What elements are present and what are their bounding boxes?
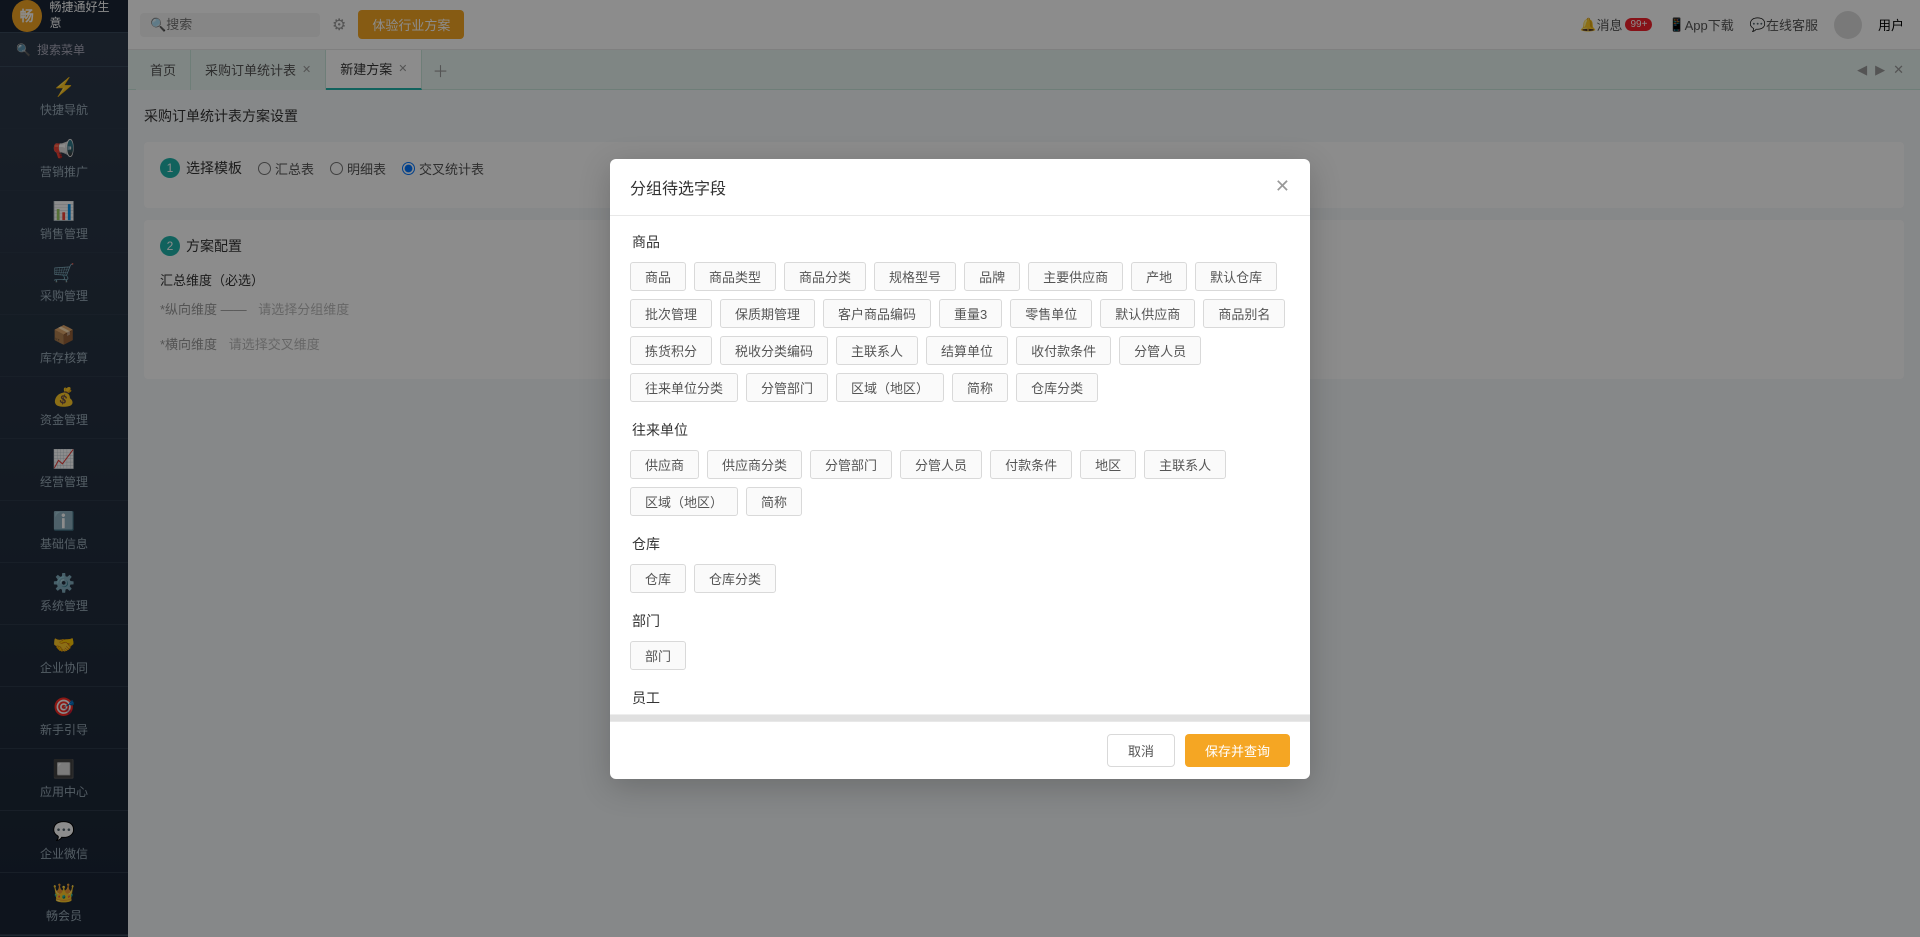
cancel-button[interactable]: 取消 bbox=[1107, 734, 1175, 767]
field-tag-partner-8[interactable]: 简称 bbox=[746, 487, 802, 516]
section-title-staff: 员工 bbox=[630, 688, 1290, 708]
field-tag-warehouse-0[interactable]: 仓库 bbox=[630, 564, 686, 593]
field-tag-goods-5[interactable]: 主要供应商 bbox=[1028, 262, 1123, 291]
field-grid-dept: 部门 bbox=[630, 641, 1290, 670]
field-tag-goods-13[interactable]: 默认供应商 bbox=[1100, 299, 1195, 328]
field-tag-goods-19[interactable]: 收付款条件 bbox=[1016, 336, 1111, 365]
field-tag-goods-15[interactable]: 拣货积分 bbox=[630, 336, 712, 365]
field-grid-partner: 供应商供应商分类分管部门分管人员付款条件地区主联系人区域（地区） 简称 bbox=[630, 450, 1290, 516]
field-tag-goods-3[interactable]: 规格型号 bbox=[874, 262, 956, 291]
field-tag-partner-0[interactable]: 供应商 bbox=[630, 450, 699, 479]
field-tag-partner-5[interactable]: 地区 bbox=[1080, 450, 1136, 479]
field-tag-goods-14[interactable]: 商品别名 bbox=[1203, 299, 1285, 328]
field-tag-goods-6[interactable]: 产地 bbox=[1131, 262, 1187, 291]
modal-close-button[interactable]: ✕ bbox=[1275, 176, 1290, 197]
field-tag-partner-1[interactable]: 供应商分类 bbox=[707, 450, 802, 479]
field-tag-warehouse-1[interactable]: 仓库分类 bbox=[694, 564, 776, 593]
field-grid-goods: 商品商品类型商品分类规格型号品牌主要供应商产地默认仓库批次管理保质期管理客户商品… bbox=[630, 262, 1290, 402]
field-tag-goods-18[interactable]: 结算单位 bbox=[926, 336, 1008, 365]
section-warehouse: 仓库仓库仓库分类 bbox=[630, 534, 1290, 593]
field-tag-dept-0[interactable]: 部门 bbox=[630, 641, 686, 670]
field-select-modal: 分组待选字段 ✕ 商品商品商品类型商品分类规格型号品牌主要供应商产地默认仓库批次… bbox=[610, 159, 1310, 779]
field-tag-partner-2[interactable]: 分管部门 bbox=[810, 450, 892, 479]
modal-hscroll-bar bbox=[610, 715, 1310, 721]
field-grid-warehouse: 仓库仓库分类 bbox=[630, 564, 1290, 593]
confirm-button[interactable]: 保存并查询 bbox=[1185, 734, 1290, 767]
modal-body[interactable]: 商品商品商品类型商品分类规格型号品牌主要供应商产地默认仓库批次管理保质期管理客户… bbox=[610, 216, 1310, 715]
field-tag-goods-22[interactable]: 分管部门 bbox=[746, 373, 828, 402]
field-tag-goods-17[interactable]: 主联系人 bbox=[836, 336, 918, 365]
field-tag-partner-4[interactable]: 付款条件 bbox=[990, 450, 1072, 479]
field-tag-partner-7[interactable]: 区域（地区） bbox=[630, 487, 738, 516]
field-tag-goods-8[interactable]: 批次管理 bbox=[630, 299, 712, 328]
modal-title: 分组待选字段 bbox=[630, 175, 726, 199]
field-tag-goods-11[interactable]: 重量3 bbox=[939, 299, 1002, 328]
field-tag-goods-16[interactable]: 税收分类编码 bbox=[720, 336, 828, 365]
section-title-partner: 往来单位 bbox=[630, 420, 1290, 440]
field-tag-goods-7[interactable]: 默认仓库 bbox=[1195, 262, 1277, 291]
field-tag-goods-21[interactable]: 往来单位分类 bbox=[630, 373, 738, 402]
modal-header: 分组待选字段 ✕ bbox=[610, 159, 1310, 216]
section-staff: 员工业务员 bbox=[630, 688, 1290, 715]
field-tag-goods-2[interactable]: 商品分类 bbox=[784, 262, 866, 291]
field-tag-goods-0[interactable]: 商品 bbox=[630, 262, 686, 291]
field-tag-goods-12[interactable]: 零售单位 bbox=[1010, 299, 1092, 328]
section-title-warehouse: 仓库 bbox=[630, 534, 1290, 554]
field-tag-goods-9[interactable]: 保质期管理 bbox=[720, 299, 815, 328]
section-partner: 往来单位供应商供应商分类分管部门分管人员付款条件地区主联系人区域（地区） 简称 bbox=[630, 420, 1290, 516]
section-title-goods: 商品 bbox=[630, 232, 1290, 252]
field-tag-partner-3[interactable]: 分管人员 bbox=[900, 450, 982, 479]
field-tag-goods-1[interactable]: 商品类型 bbox=[694, 262, 776, 291]
section-goods: 商品商品商品类型商品分类规格型号品牌主要供应商产地默认仓库批次管理保质期管理客户… bbox=[630, 232, 1290, 402]
field-tag-goods-10[interactable]: 客户商品编码 bbox=[823, 299, 931, 328]
field-tag-partner-6[interactable]: 主联系人 bbox=[1144, 450, 1226, 479]
modal-hscroll bbox=[610, 714, 1310, 720]
field-tag-goods-4[interactable]: 品牌 bbox=[964, 262, 1020, 291]
modal-footer: 取消 保存并查询 bbox=[610, 721, 1310, 779]
field-tag-goods-24[interactable]: 简称 bbox=[952, 373, 1008, 402]
field-tag-goods-23[interactable]: 区域（地区） bbox=[836, 373, 944, 402]
field-tag-goods-20[interactable]: 分管人员 bbox=[1119, 336, 1201, 365]
field-tag-goods-25[interactable]: 仓库分类 bbox=[1016, 373, 1098, 402]
section-title-dept: 部门 bbox=[630, 611, 1290, 631]
section-dept: 部门部门 bbox=[630, 611, 1290, 670]
